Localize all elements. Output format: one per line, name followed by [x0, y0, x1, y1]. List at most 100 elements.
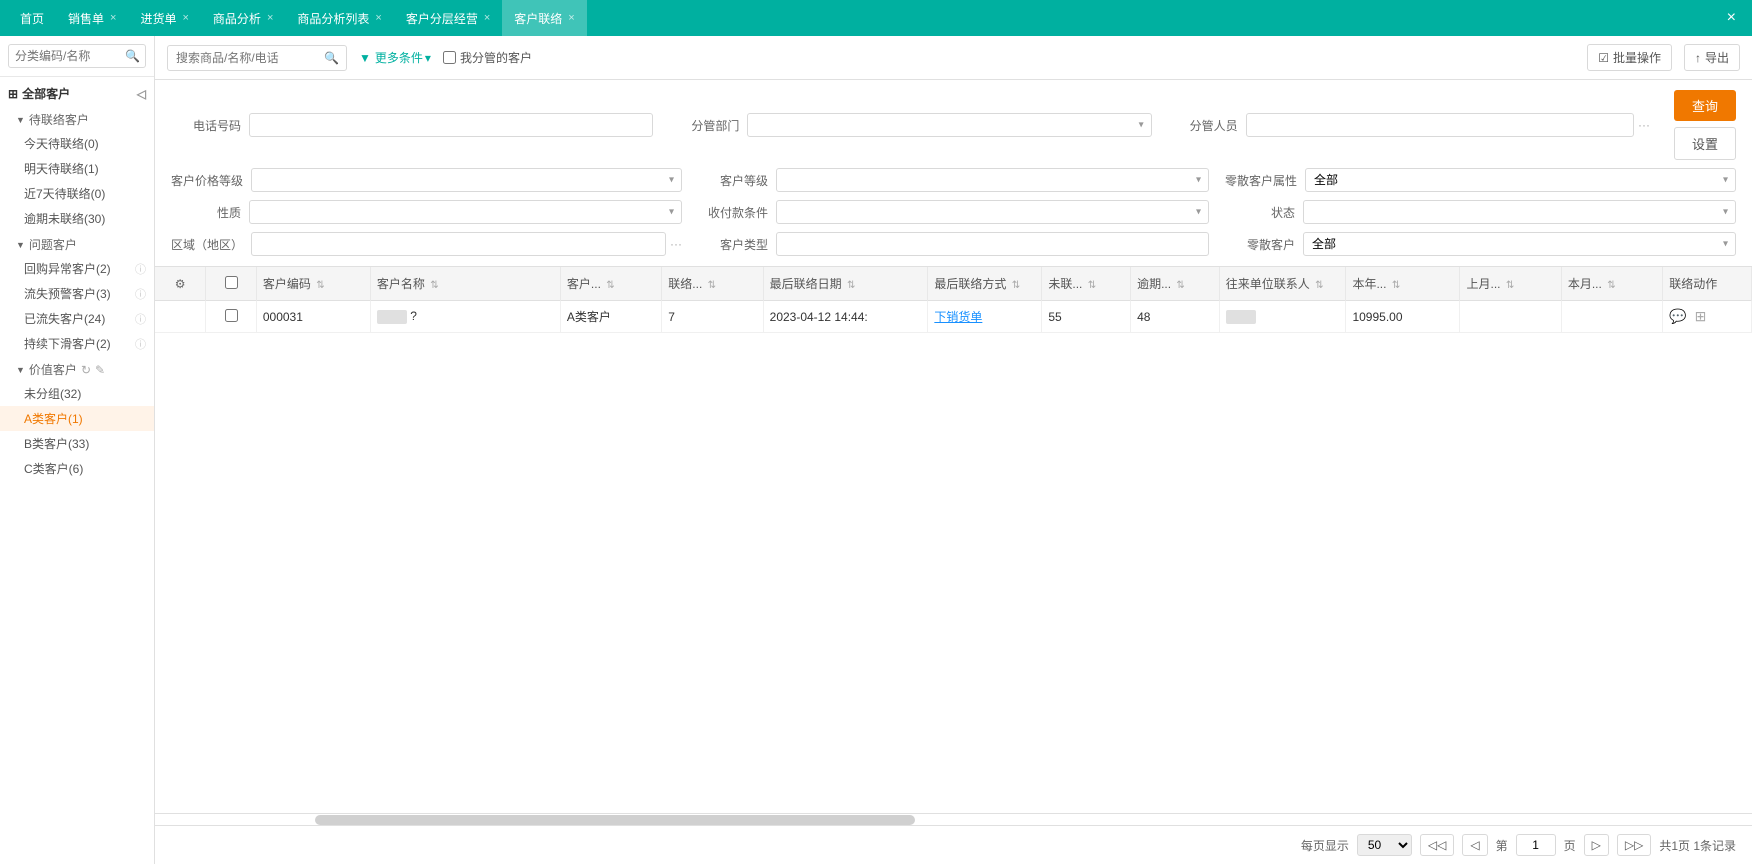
sidebar-item-b-class[interactable]: B类客户(33): [0, 431, 154, 456]
nav-goods-analysis[interactable]: 商品分析 ×: [201, 0, 285, 36]
sort-overdue-icon[interactable]: ⇅: [1176, 280, 1184, 291]
sort-uncontact-icon[interactable]: ⇅: [1088, 280, 1096, 291]
sort-date-icon[interactable]: ⇅: [847, 280, 855, 291]
gear-settings-icon[interactable]: ⚙: [175, 277, 186, 291]
page-size-label: 每页显示: [1301, 837, 1349, 854]
person-input[interactable]: [1246, 113, 1634, 137]
info-icon-2: ⓘ: [135, 286, 146, 302]
region-more-icon[interactable]: ···: [670, 237, 682, 251]
person-field: 分管人员 ···: [1168, 113, 1650, 137]
status-select[interactable]: [1303, 200, 1736, 224]
qr-icon[interactable]: ⊞: [1695, 308, 1707, 325]
export-button[interactable]: ↑ 导出: [1684, 44, 1740, 71]
sort-type-icon[interactable]: ⇅: [606, 280, 614, 291]
th-gear[interactable]: ⚙: [155, 267, 206, 301]
th-uncontact-days: 未联... ⇅: [1042, 267, 1131, 301]
group-value-customers[interactable]: ▼ 价值客户 ↻ ✎: [0, 356, 154, 381]
payment-label: 收付款条件: [698, 204, 768, 221]
row-select-checkbox[interactable]: [225, 309, 238, 322]
scrollbar-thumb[interactable]: [315, 815, 915, 825]
chat-icon[interactable]: 💬: [1669, 308, 1686, 325]
sidebar-collapse-btn[interactable]: ◁: [137, 87, 146, 101]
row-contact-count: 7: [662, 301, 763, 333]
nature-select[interactable]: [249, 200, 682, 224]
person-more-icon[interactable]: ···: [1638, 118, 1650, 132]
scatter-attr-field: 零散客户属性 全部 ▾: [1225, 168, 1736, 192]
close-customer-contact-icon[interactable]: ×: [568, 12, 574, 24]
sort-unit-icon[interactable]: ⇅: [1315, 280, 1323, 291]
nav-customer-contact[interactable]: 客户联络 ×: [502, 0, 586, 36]
page-number-input[interactable]: [1516, 834, 1556, 856]
group-problem-customers[interactable]: ▼ 问题客户: [0, 231, 154, 256]
close-goods-analysis-icon[interactable]: ×: [267, 12, 273, 24]
horizontal-scrollbar[interactable]: [155, 813, 1752, 825]
sidebar-item-a-class[interactable]: A类客户(1): [0, 406, 154, 431]
sidebar-item-7days-pending[interactable]: 近7天待联络(0): [0, 181, 154, 206]
scatter-customer-select[interactable]: 全部: [1303, 232, 1736, 256]
nav-purchase[interactable]: 进货单 ×: [128, 0, 200, 36]
first-page-button[interactable]: ◁◁: [1420, 834, 1454, 856]
row-gear: [155, 301, 206, 333]
content-area: 🔍 ▼ 更多条件 ▾ 我分管的客户 ☑ 批量操作 ↑ 导出: [155, 36, 1752, 864]
all-customers-header[interactable]: ⊞ 全部客户 ◁: [0, 77, 154, 106]
sidebar-item-loss-warning[interactable]: 流失预警客户(3) ⓘ: [0, 281, 154, 306]
select-all-checkbox[interactable]: [225, 276, 238, 289]
nav-home[interactable]: 首页: [8, 0, 56, 36]
dept-select[interactable]: [747, 113, 1151, 137]
close-purchase-icon[interactable]: ×: [182, 12, 188, 24]
sidebar-item-repurchase-abnormal[interactable]: 回购异常客户(2) ⓘ: [0, 256, 154, 281]
sidebar-item-declining-customers[interactable]: 持续下滑客户(2) ⓘ: [0, 331, 154, 356]
th-name: 客户名称 ⇅: [370, 267, 560, 301]
page-label: 第: [1496, 837, 1508, 854]
my-customer-checkbox[interactable]: [443, 51, 456, 64]
chevron-down-icon: ▾: [425, 51, 431, 65]
sort-contact-icon[interactable]: ⇅: [708, 280, 716, 291]
refresh-icon[interactable]: ↻: [81, 363, 91, 377]
region-input[interactable]: [251, 232, 666, 256]
sidebar-item-lost-customers[interactable]: 已流失客户(24) ⓘ: [0, 306, 154, 331]
scatter-attr-select[interactable]: 全部: [1305, 168, 1736, 192]
last-method-link[interactable]: 下销货单: [934, 310, 982, 324]
nav-customer-layering[interactable]: 客户分层经营 ×: [394, 0, 502, 36]
settings-button[interactable]: 设置: [1674, 127, 1736, 160]
close-goods-list-icon[interactable]: ×: [375, 12, 381, 24]
edit-icon[interactable]: ✎: [95, 363, 105, 377]
nav-sales[interactable]: 销售单 ×: [56, 0, 128, 36]
nav-goods-analysis-list[interactable]: 商品分析列表 ×: [285, 0, 393, 36]
sort-last-month-icon[interactable]: ⇅: [1506, 280, 1514, 291]
sort-method-icon[interactable]: ⇅: [1012, 280, 1020, 291]
more-filters-button[interactable]: ▼ 更多条件 ▾: [359, 49, 431, 66]
sidebar-item-today-pending[interactable]: 今天待联络(0): [0, 131, 154, 156]
payment-select[interactable]: [776, 200, 1209, 224]
last-page-button[interactable]: ▷▷: [1617, 834, 1651, 856]
window-close-button[interactable]: ×: [1719, 9, 1744, 27]
scatter-customer-label: 零散客户: [1225, 236, 1295, 253]
sidebar-item-tomorrow-pending[interactable]: 明天待联络(1): [0, 156, 154, 181]
sort-this-month-icon[interactable]: ⇅: [1607, 280, 1615, 291]
group-pending-contact[interactable]: ▼ 待联络客户: [0, 106, 154, 131]
sidebar-item-c-class[interactable]: C类客户(6): [0, 456, 154, 481]
sidebar-item-ungrouped[interactable]: 未分组(32): [0, 381, 154, 406]
page-size-select[interactable]: 20 50 100: [1357, 834, 1412, 856]
search-input[interactable]: [167, 45, 347, 71]
sort-code-icon[interactable]: ⇅: [316, 280, 324, 291]
next-page-button[interactable]: ▷: [1584, 834, 1609, 856]
expand-icon-3: ▼: [16, 365, 25, 375]
row-last-contact-method: 下销货单: [928, 301, 1042, 333]
my-customer-filter[interactable]: 我分管的客户: [443, 49, 532, 66]
prev-page-button[interactable]: ◁: [1462, 834, 1487, 856]
customer-type-input[interactable]: [776, 232, 1209, 256]
close-sales-icon[interactable]: ×: [110, 12, 116, 24]
th-overdue-days: 逾期... ⇅: [1131, 267, 1220, 301]
sort-name-icon[interactable]: ⇅: [430, 280, 438, 291]
price-level-select[interactable]: [251, 168, 682, 192]
customer-level-select[interactable]: [776, 168, 1209, 192]
phone-field: 电话号码: [171, 113, 653, 137]
sidebar-item-overdue-contact[interactable]: 逾期未联络(30): [0, 206, 154, 231]
row-this-year: 10995.00: [1346, 301, 1460, 333]
sort-year-icon[interactable]: ⇅: [1392, 280, 1400, 291]
close-customer-layering-icon[interactable]: ×: [484, 12, 490, 24]
query-button[interactable]: 查询: [1674, 90, 1736, 121]
bulk-op-button[interactable]: ☑ 批量操作: [1587, 44, 1672, 71]
phone-input[interactable]: [249, 113, 653, 137]
